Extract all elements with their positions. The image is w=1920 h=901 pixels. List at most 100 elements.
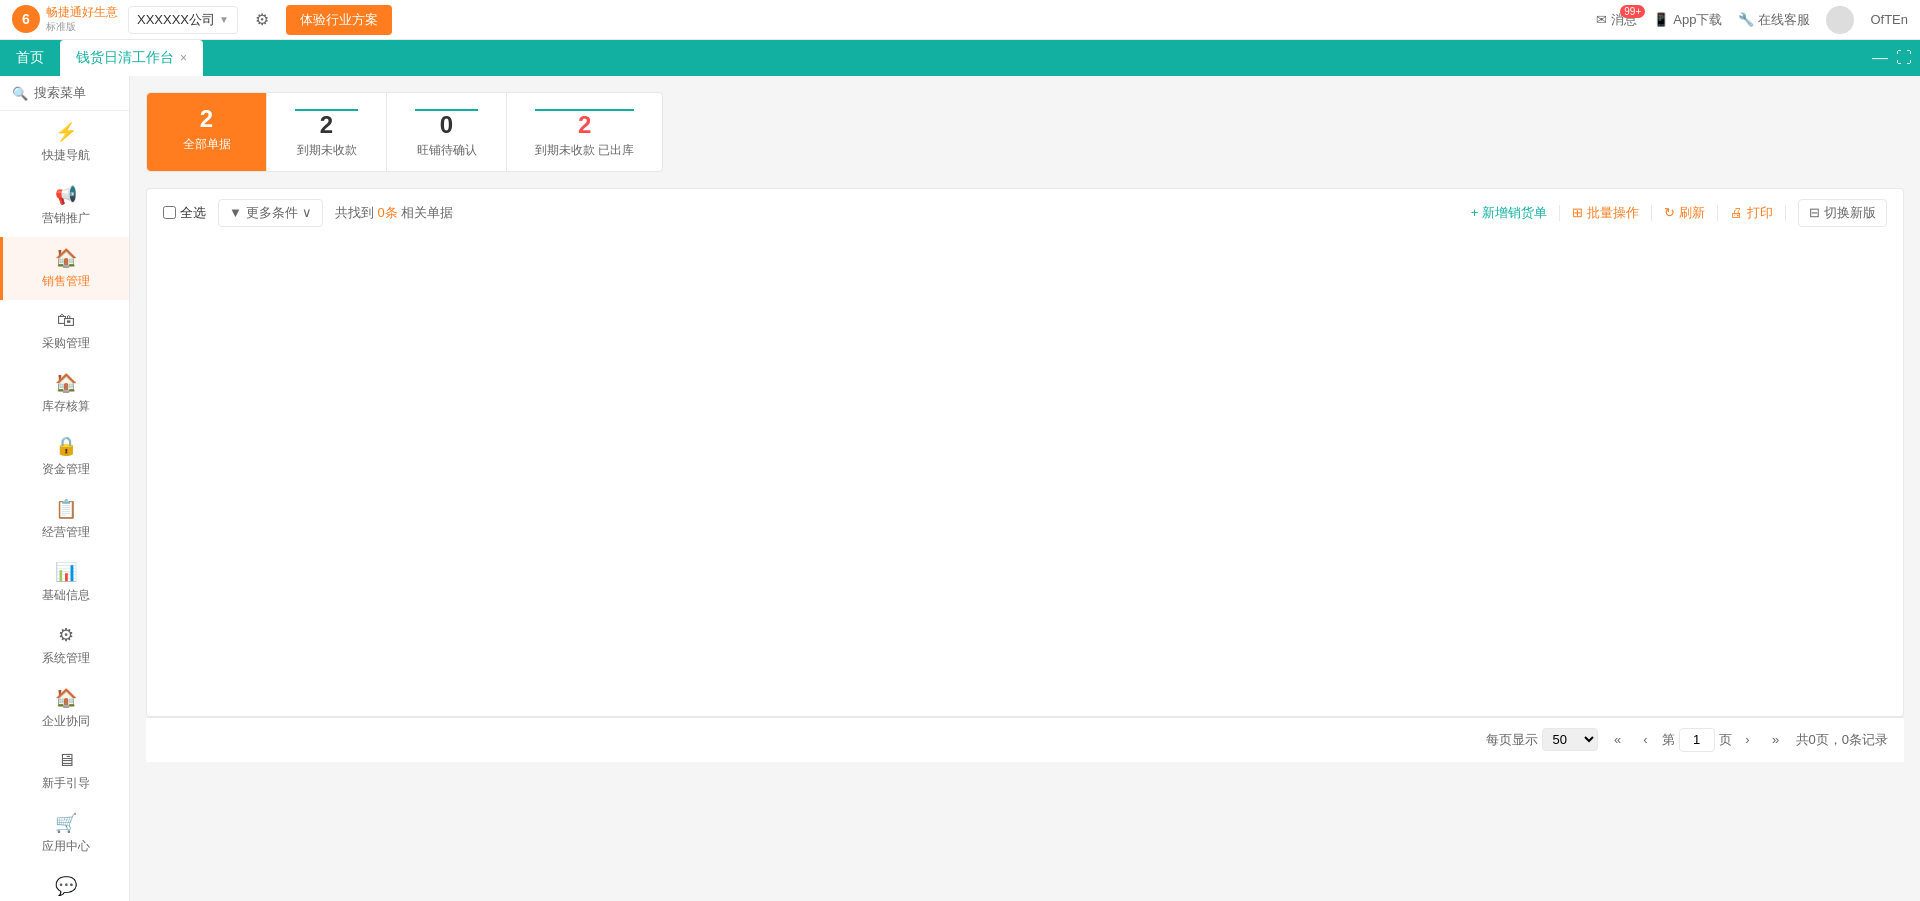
tab-home[interactable]: 首页 xyxy=(0,40,60,76)
settings-icon[interactable]: ⚙ xyxy=(248,6,276,34)
sidebar-item-wechat[interactable]: 💬 企业微信 xyxy=(0,865,129,901)
sidebar: 🔍 搜索菜单 ⚡ 快捷导航 📢 营销推广 🏠 销售管理 🛍 采购管理 🏠 库存核… xyxy=(0,76,130,901)
sidebar-label-sales: 销售管理 xyxy=(42,273,90,290)
purchase-icon: 🛍 xyxy=(57,310,75,331)
result-text: 共找到 0条 相关单据 xyxy=(335,204,453,222)
prev-page-button[interactable]: ‹ xyxy=(1634,728,1658,752)
sidebar-item-app-center[interactable]: 🛒 应用中心 xyxy=(0,802,129,865)
card-pending-number: 0 xyxy=(415,111,478,140)
sidebar-item-system[interactable]: ⚙ 系统管理 xyxy=(0,614,129,677)
print-button[interactable]: 🖨 打印 xyxy=(1730,204,1773,222)
result-count: 0条 xyxy=(378,205,398,220)
card-shipped-number: 2 xyxy=(535,111,634,140)
nav-tabs-actions: — ⛶ xyxy=(1872,49,1920,67)
filter-icon: ▼ xyxy=(229,205,242,220)
refresh-button[interactable]: ↻ 刷新 xyxy=(1664,204,1705,222)
minimize-icon[interactable]: — xyxy=(1872,49,1888,67)
toolbar: 全选 ▼ 更多条件 ∨ 共找到 0条 相关单据 + 新增销货单 xyxy=(146,188,1904,237)
inventory-icon: 🏠 xyxy=(55,372,77,394)
card-overdue-label: 到期未收款 xyxy=(295,142,358,159)
sidebar-item-marketing[interactable]: 📢 营销推广 xyxy=(0,174,129,237)
top-header: 6 畅捷通好生意 标准版 XXXXXX公司 ▼ ⚙ 体验行业方案 ✉ 消息 99… xyxy=(0,0,1920,40)
print-label: 打印 xyxy=(1747,204,1773,222)
card-overdue-number: 2 xyxy=(295,111,358,140)
sidebar-search[interactable]: 🔍 搜索菜单 xyxy=(0,76,129,111)
per-page: 每页显示 50 100 xyxy=(1486,728,1598,751)
card-pending[interactable]: 0 旺铺待确认 xyxy=(387,93,507,171)
sidebar-label-basic-info: 基础信息 xyxy=(42,587,90,604)
logo-text: 畅捷通好生意 xyxy=(46,5,118,19)
app-download-icon: 📱 xyxy=(1653,12,1669,27)
total-records: 共0页，0条记录 xyxy=(1796,731,1888,749)
refresh-label: 刷新 xyxy=(1679,204,1705,222)
per-page-select[interactable]: 50 100 xyxy=(1542,728,1598,751)
next-page-button[interactable]: › xyxy=(1736,728,1760,752)
first-page-button[interactable]: « xyxy=(1606,728,1630,752)
online-service-icon: 🔧 xyxy=(1738,12,1754,27)
last-page-button[interactable]: » xyxy=(1764,728,1788,752)
company-dropdown-arrow: ▼ xyxy=(219,14,229,25)
sidebar-item-inventory[interactable]: 🏠 库存核算 xyxy=(0,362,129,425)
search-icon: 🔍 xyxy=(12,86,28,101)
checkbox-input[interactable] xyxy=(163,206,176,219)
quick-nav-icon: ⚡ xyxy=(55,121,77,143)
sidebar-label-enterprise: 企业协同 xyxy=(42,713,90,730)
card-shipped[interactable]: 2 到期未收款 已出库 xyxy=(507,93,662,171)
message-action[interactable]: ✉ 消息 99+ xyxy=(1596,11,1637,29)
system-icon: ⚙ xyxy=(58,624,74,646)
divider-4 xyxy=(1785,205,1786,221)
select-all-label: 全选 xyxy=(180,204,206,222)
sidebar-label-marketing: 营销推广 xyxy=(42,210,90,227)
sidebar-item-sales[interactable]: 🏠 销售管理 xyxy=(0,237,129,300)
sidebar-item-operations[interactable]: 📋 经营管理 xyxy=(0,488,129,551)
sidebar-item-guide[interactable]: 🖥 新手引导 xyxy=(0,740,129,802)
trial-button[interactable]: 体验行业方案 xyxy=(286,5,392,35)
tab-work-bench[interactable]: 钱货日清工作台 × xyxy=(60,40,203,76)
app-download-action[interactable]: 📱 App下载 xyxy=(1653,11,1722,29)
card-overdue[interactable]: 2 到期未收款 xyxy=(267,93,387,171)
sidebar-label-guide: 新手引导 xyxy=(42,775,90,792)
company-selector[interactable]: XXXXXX公司 ▼ xyxy=(128,6,238,34)
logo-icon: 6 xyxy=(12,5,40,33)
finance-icon: 🔒 xyxy=(55,435,77,457)
page-nav: « ‹ 第 页 › » xyxy=(1606,728,1788,752)
avatar[interactable] xyxy=(1826,6,1854,34)
sales-icon: 🏠 xyxy=(55,247,77,269)
page-input[interactable] xyxy=(1679,728,1715,752)
sidebar-label-quick-nav: 快捷导航 xyxy=(42,147,90,164)
table-area xyxy=(146,237,1904,717)
switch-label: 切换新版 xyxy=(1824,204,1876,222)
operations-icon: 📋 xyxy=(55,498,77,520)
close-tab-icon[interactable]: × xyxy=(180,51,187,65)
add-button[interactable]: + 新增销货单 xyxy=(1471,204,1547,222)
filter-label: 更多条件 xyxy=(246,204,298,222)
header-right: ✉ 消息 99+ 📱 App下载 🔧 在线客服 OfTEn xyxy=(1596,6,1908,34)
batch-label: 批量操作 xyxy=(1587,204,1639,222)
select-all-checkbox[interactable]: 全选 xyxy=(163,204,206,222)
result-prefix: 共找到 xyxy=(335,205,374,220)
online-service-action[interactable]: 🔧 在线客服 xyxy=(1738,11,1810,29)
divider-2 xyxy=(1651,205,1652,221)
sidebar-label-finance: 资金管理 xyxy=(42,461,90,478)
maximize-icon[interactable]: ⛶ xyxy=(1896,49,1912,67)
sidebar-item-finance[interactable]: 🔒 资金管理 xyxy=(0,425,129,488)
sidebar-item-enterprise[interactable]: 🏠 企业协同 xyxy=(0,677,129,740)
sidebar-label-inventory: 库存核算 xyxy=(42,398,90,415)
card-all[interactable]: 2 全部单据 xyxy=(147,93,267,171)
message-badge: 99+ xyxy=(1620,5,1645,18)
batch-button[interactable]: ⊞ 批量操作 xyxy=(1572,204,1639,222)
sidebar-item-basic-info[interactable]: 📊 基础信息 xyxy=(0,551,129,614)
sidebar-item-quick-nav[interactable]: ⚡ 快捷导航 xyxy=(0,111,129,174)
switch-icon: ⊟ xyxy=(1809,205,1820,220)
switch-button[interactable]: ⊟ 切换新版 xyxy=(1798,199,1887,227)
sidebar-item-purchase[interactable]: 🛍 采购管理 xyxy=(0,300,129,362)
card-pending-label: 旺铺待确认 xyxy=(415,142,478,159)
filter-button[interactable]: ▼ 更多条件 ∨ xyxy=(218,199,323,227)
sidebar-label-purchase: 采购管理 xyxy=(42,335,90,352)
app-download-label: App下载 xyxy=(1673,11,1722,29)
batch-icon: ⊞ xyxy=(1572,205,1583,220)
filter-chevron: ∨ xyxy=(302,205,312,220)
app-center-icon: 🛒 xyxy=(55,812,77,834)
divider-3 xyxy=(1717,205,1718,221)
tab-work-bench-label: 钱货日清工作台 xyxy=(76,49,174,67)
